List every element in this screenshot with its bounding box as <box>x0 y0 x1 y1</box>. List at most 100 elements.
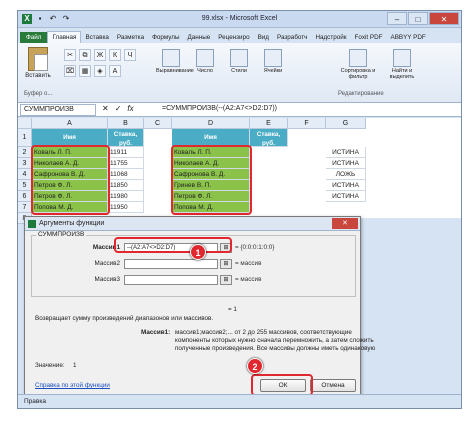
col-header-c[interactable]: C <box>144 118 172 129</box>
collapse-dialog-icon[interactable]: ⊞ <box>220 259 232 269</box>
function-arguments-dialog: Аргументы функции ✕ СУММПРОИЗВ Массив1 -… <box>24 216 375 396</box>
sort-icon <box>349 49 367 67</box>
underline-icon[interactable]: Ч <box>124 49 136 61</box>
cancel-formula-icon[interactable]: ✕ <box>102 104 109 113</box>
row-header-5[interactable]: 5 <box>18 180 32 191</box>
arg3-input[interactable] <box>124 275 218 285</box>
cells-label: Ячейки <box>263 68 283 74</box>
row-header-2[interactable]: 2 <box>18 147 32 158</box>
dialog-title-bar: Аргументы функции ✕ <box>25 217 360 231</box>
sort-filter-button[interactable]: Сортировка и фильтр <box>336 49 380 83</box>
g-cell[interactable]: ИСТИНА <box>326 147 366 158</box>
paste-button[interactable]: Вставить <box>24 47 52 79</box>
title-bar: X ▪ ↶ ↷ 99.xlsx - Microsoft Excel – □ ✕ <box>18 11 461 28</box>
tab-view[interactable]: Вид <box>254 32 273 43</box>
t1-rate-cell[interactable]: 11755 <box>108 158 144 169</box>
t1-rate-cell[interactable]: 11980 <box>108 191 144 202</box>
clipboard-group-label: Буфер о... <box>24 91 53 97</box>
number-button[interactable]: Число <box>190 49 220 83</box>
window-controls: – □ ✕ <box>387 12 459 25</box>
arg-desc-label: Массив1: <box>141 329 171 336</box>
col-header-a[interactable]: A <box>32 118 108 129</box>
cells-icon <box>264 49 282 67</box>
tab-abbyy[interactable]: ABBYY PDF <box>387 32 430 43</box>
fill-color-icon[interactable]: ◈ <box>94 65 106 77</box>
t2-header-rate[interactable]: Ставка, руб. <box>250 129 288 147</box>
italic-icon[interactable]: К <box>109 49 121 61</box>
find-select-button[interactable]: Найти и выделить <box>382 49 422 83</box>
status-text: Правка <box>24 398 46 405</box>
col-header-f[interactable]: F <box>288 118 326 129</box>
font-color-icon[interactable]: A <box>109 65 121 77</box>
borders-icon[interactable]: ▦ <box>79 65 91 77</box>
arg1-result: = {0:0:0:1:0:0} <box>235 244 275 251</box>
alignment-icon <box>162 49 180 67</box>
tab-formulas[interactable]: Формулы <box>148 32 183 43</box>
col-header-e[interactable]: E <box>250 118 288 129</box>
tab-review[interactable]: Рецензиро <box>214 32 253 43</box>
t1-rate-cell[interactable]: 11068 <box>108 169 144 180</box>
dialog-close-icon[interactable]: ✕ <box>332 218 358 229</box>
name-box[interactable]: СУММПРОИЗВ <box>20 104 96 116</box>
minimize-icon[interactable]: – <box>387 12 407 25</box>
t1-header-rate[interactable]: Ставка, руб. <box>108 129 144 147</box>
arg1-highlight <box>114 237 232 253</box>
ribbon-tabs: Файл Главная Вставка Разметка Формулы Да… <box>18 29 461 43</box>
clipboard-icon <box>28 47 48 71</box>
tab-addins[interactable]: Надстройк <box>311 32 350 43</box>
arg2-label: Массив2 <box>94 260 120 267</box>
format-painter-icon[interactable]: ⌧ <box>64 65 76 77</box>
dialog-title: Аргументы функции <box>39 220 105 227</box>
row-header-4[interactable]: 4 <box>18 169 32 180</box>
maximize-icon[interactable]: □ <box>408 12 428 25</box>
tab-layout[interactable]: Разметка <box>113 32 148 43</box>
collapse-dialog-icon[interactable]: ⊞ <box>220 275 232 285</box>
ribbon: Вставить Буфер о... ✂ ⧉ Ж К Ч ⌧ ▦ ◈ A Вы… <box>18 43 461 103</box>
help-link[interactable]: Справка по этой функции <box>35 382 110 389</box>
cancel-button[interactable]: Отмена <box>310 379 356 392</box>
tab-data[interactable]: Данные <box>183 32 214 43</box>
copy-icon[interactable]: ⧉ <box>79 49 91 61</box>
formula-input[interactable]: =СУММПРОИЗВ(--(A2:A7<>D2:D7)) <box>160 104 279 116</box>
formula-bar: СУММПРОИЗВ ✕ ✓ fx =СУММПРОИЗВ(--(A2:A7<>… <box>18 103 461 117</box>
arg2-input[interactable] <box>124 259 218 269</box>
g-cell[interactable]: ИСТИНА <box>326 158 366 169</box>
sort-label: Сортировка и фильтр <box>340 68 376 80</box>
t1-rate-cell[interactable]: 11850 <box>108 180 144 191</box>
g-cell[interactable]: ЛОЖЬ <box>326 169 366 180</box>
g-cell[interactable]: ИСТИНА <box>326 191 366 202</box>
row-header-6[interactable]: 6 <box>18 191 32 202</box>
insert-function-icon[interactable]: fx <box>127 104 133 113</box>
col-header-d[interactable]: D <box>172 118 250 129</box>
step-badge-2: 2 <box>247 358 263 374</box>
t1-rate-cell[interactable]: 11950 <box>108 202 144 213</box>
tab-home[interactable]: Главная <box>47 31 82 43</box>
tab-foxit[interactable]: Foxit PDF <box>351 32 387 43</box>
col-header-b[interactable]: B <box>108 118 144 129</box>
styles-label: Стили <box>231 68 247 74</box>
edit-group-label: Редактирование <box>338 91 384 97</box>
tab-insert[interactable]: Вставка <box>81 32 112 43</box>
g-cell[interactable]: ИСТИНА <box>326 180 366 191</box>
row-header-3[interactable]: 3 <box>18 158 32 169</box>
tab-developer[interactable]: Разработч <box>273 32 311 43</box>
styles-button[interactable]: Стили <box>224 49 254 83</box>
function-description: Возвращает сумму произведений диапазонов… <box>35 315 214 322</box>
col-header-g[interactable]: G <box>326 118 366 129</box>
close-icon[interactable]: ✕ <box>429 12 459 25</box>
bold-icon[interactable]: Ж <box>94 49 106 61</box>
t1-rate-cell[interactable]: 11911 <box>108 147 144 158</box>
enter-formula-icon[interactable]: ✓ <box>115 104 122 113</box>
select-all-corner[interactable] <box>18 118 32 129</box>
row-header-1[interactable]: 1 <box>18 129 32 147</box>
excel-window: X ▪ ↶ ↷ 99.xlsx - Microsoft Excel – □ ✕ … <box>17 10 462 409</box>
formula-buttons: ✕ ✓ fx <box>102 104 134 113</box>
cells-button[interactable]: Ячейки <box>258 49 288 83</box>
cut-icon[interactable]: ✂ <box>64 49 76 61</box>
range-highlight-d <box>171 145 252 215</box>
ok-highlight <box>251 374 313 396</box>
arg-desc-line: массив1;массив2;... от 2 до 255 массивов… <box>175 329 352 336</box>
alignment-button[interactable]: Выравнивание <box>156 49 194 83</box>
row-header-7[interactable]: 7 <box>18 202 32 213</box>
tab-file[interactable]: Файл <box>20 32 48 43</box>
